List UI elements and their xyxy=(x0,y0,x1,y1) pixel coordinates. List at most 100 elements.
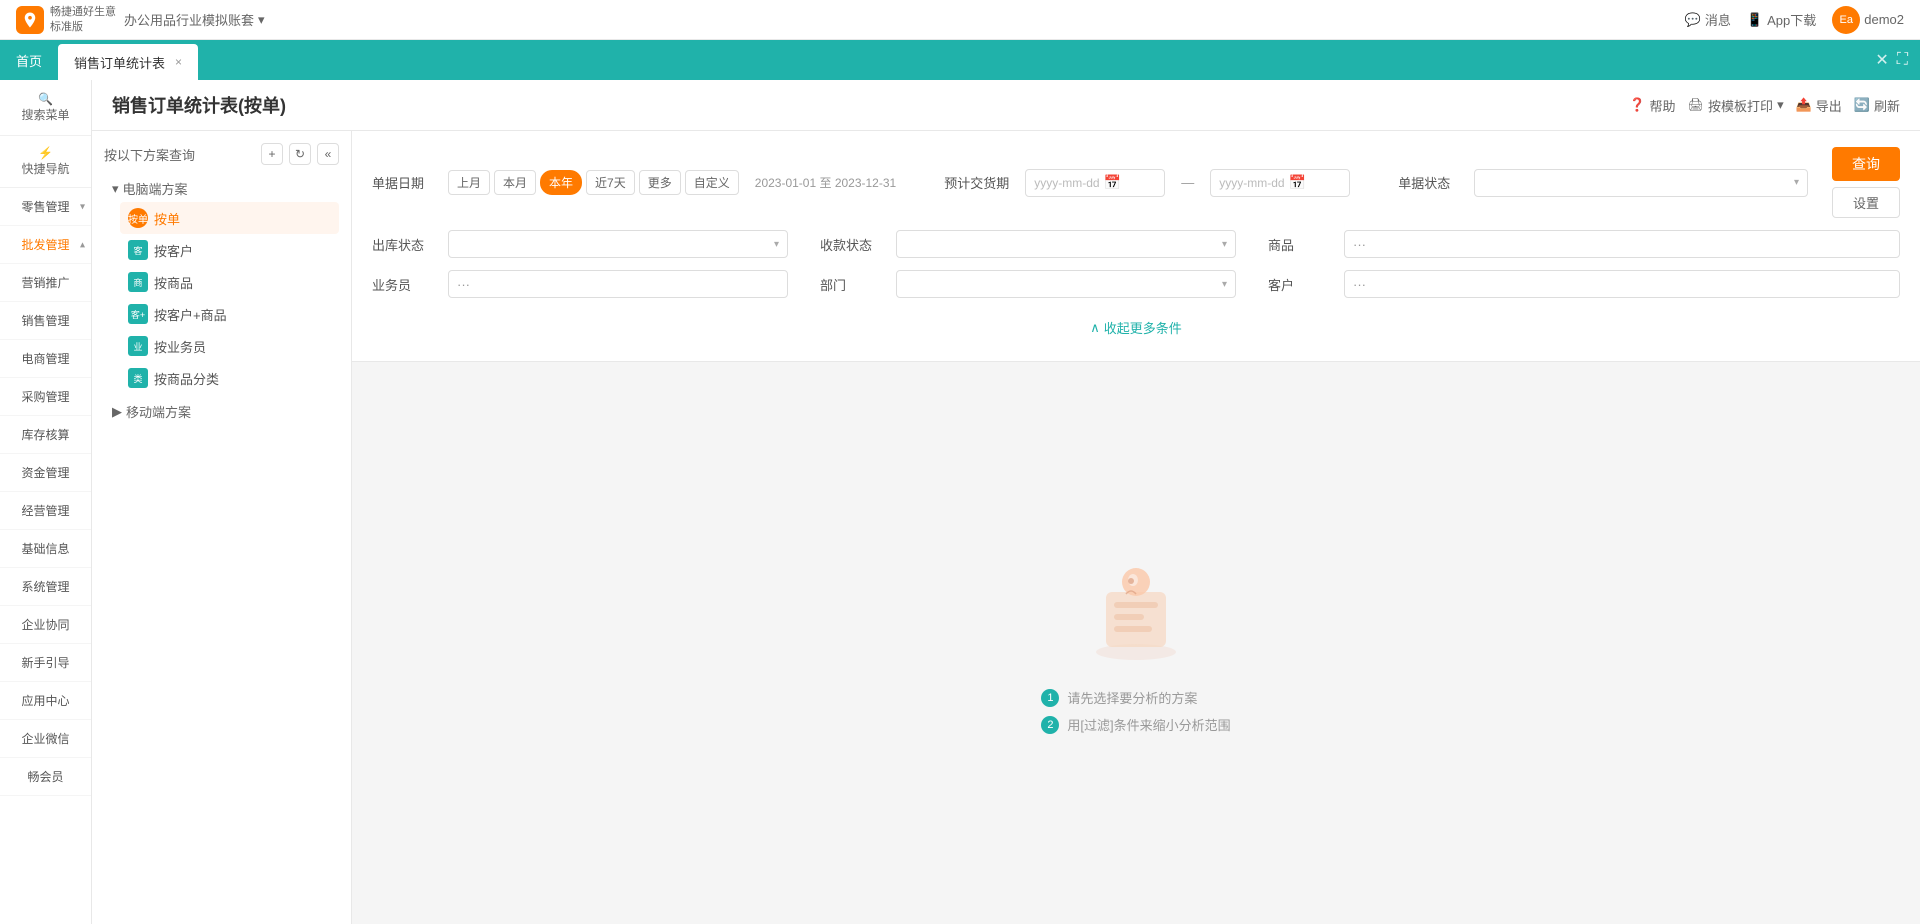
sidebar-item-inventory[interactable]: 库存核算 xyxy=(0,416,91,454)
filter-row-business: 业务员 ··· 部门 ▾ 客户 ··· xyxy=(372,270,1900,298)
custom-date-btn[interactable]: 自定义 xyxy=(685,170,739,195)
calendar-icon: 📅 xyxy=(1104,174,1121,191)
left-panel: 按以下方案查询 + ↻ « ▾ 电脑端方案 按单 xyxy=(92,131,352,924)
chevron-down-icon: ▾ xyxy=(1794,177,1799,188)
query-button[interactable]: 查询 xyxy=(1832,147,1900,181)
top-bar-title[interactable]: 办公用品行业模拟账套 ▾ xyxy=(124,10,265,29)
sidebar-item-enterprise[interactable]: 企业协同 xyxy=(0,606,91,644)
chevron-down-icon: ▾ xyxy=(1222,279,1227,290)
tab-close-icon[interactable]: × xyxy=(175,55,182,69)
scheme-by-cust-prod[interactable]: 客+ 按客户+商品 xyxy=(120,298,339,330)
logo-area: 畅捷通好生意 标准版 xyxy=(16,5,116,34)
avatar: Ea xyxy=(1832,6,1860,34)
collapse-icon: ∧ xyxy=(1090,320,1100,336)
this-year-btn[interactable]: 本年 xyxy=(540,170,582,195)
page-title: 销售订单统计表(按单) xyxy=(112,92,286,118)
content-area: 按以下方案查询 + ↻ « ▾ 电脑端方案 按单 xyxy=(92,131,1920,924)
delivery-status-label: 出库状态 xyxy=(372,235,432,254)
tree-children: 按单 按单 客 按客户 商 按商品 客+ 按客户 xyxy=(104,202,339,394)
scheme-by-customer[interactable]: 客 按客户 xyxy=(120,234,339,266)
desktop-section-label: 电脑端方案 xyxy=(123,179,188,198)
delivery-date-start[interactable]: yyyy-mm-dd 📅 xyxy=(1025,169,1165,197)
empty-tip-1: 1 请先选择要分析的方案 xyxy=(1041,688,1230,707)
search-menu-button[interactable]: 🔍 搜索菜单 xyxy=(8,88,83,127)
print-button[interactable]: 🖨 按模板打印 ▾ xyxy=(1688,96,1784,115)
delivery-status-select[interactable]: ▾ xyxy=(448,230,788,258)
print-chevron-icon: ▾ xyxy=(1777,97,1784,113)
by-order-icon: 按单 xyxy=(128,208,148,228)
logo-text: 畅捷通好生意 标准版 xyxy=(50,5,116,34)
collapse-bar[interactable]: ∧ 收起更多条件 xyxy=(372,310,1900,345)
maximize-icon[interactable]: ⛶ xyxy=(1897,51,1908,69)
scheme-by-category[interactable]: 类 按商品分类 xyxy=(120,362,339,394)
sidebar-search-section: 🔍 搜索菜单 xyxy=(0,80,91,136)
customer-filter[interactable]: ··· xyxy=(1344,270,1900,298)
help-icon: ❓ xyxy=(1629,97,1645,113)
user-menu[interactable]: Ea demo2 xyxy=(1832,6,1904,34)
sidebar-item-basic[interactable]: 基础信息 xyxy=(0,530,91,568)
filter-row-status: 出库状态 ▾ 收款状态 ▾ 商品 ··· xyxy=(372,230,1900,258)
top-bar-right: 💬 消息 📱 App下载 Ea demo2 xyxy=(1685,6,1904,34)
message-button[interactable]: 💬 消息 xyxy=(1685,10,1731,29)
expand-icon: ▶ xyxy=(112,404,122,420)
order-status-select[interactable]: ▾ xyxy=(1474,169,1808,197)
sidebar-item-ecommerce[interactable]: 电商管理 xyxy=(0,340,91,378)
help-button[interactable]: ❓ 帮助 xyxy=(1629,96,1675,115)
tab-home[interactable]: 首页 xyxy=(0,40,58,80)
tab-sales-order-stats[interactable]: 销售订单统计表 × xyxy=(58,44,198,80)
last-7-days-btn[interactable]: 近7天 xyxy=(586,170,635,195)
sidebar-item-purchase[interactable]: 采购管理 xyxy=(0,378,91,416)
mobile-section-header[interactable]: ▶ 移动端方案 xyxy=(104,398,339,425)
refresh-scheme-button[interactable]: ↻ xyxy=(289,143,311,165)
sidebar-item-wechat[interactable]: 企业微信 xyxy=(0,720,91,758)
sidebar-item-appstore[interactable]: 应用中心 xyxy=(0,682,91,720)
sidebar-item-operations[interactable]: 经营管理 xyxy=(0,492,91,530)
desktop-scheme-section: ▾ 电脑端方案 按单 按单 客 按客户 商 xyxy=(104,175,339,394)
scheme-by-order[interactable]: 按单 按单 xyxy=(120,202,339,234)
this-month-btn[interactable]: 本月 xyxy=(494,170,536,195)
quick-nav-button[interactable]: ⚡ 快捷导航 xyxy=(0,140,91,183)
date-filter-label: 单据日期 xyxy=(372,173,432,192)
chevron-down-icon: ▾ xyxy=(774,239,779,250)
last-month-btn[interactable]: 上月 xyxy=(448,170,490,195)
payment-status-select[interactable]: ▾ xyxy=(896,230,1236,258)
page-header: 销售订单统计表(按单) ❓ 帮助 🖨 按模板打印 ▾ 📤 导出 xyxy=(92,80,1920,131)
salesperson-label: 业务员 xyxy=(372,275,432,294)
add-scheme-button[interactable]: + xyxy=(261,143,283,165)
delivery-date-end[interactable]: yyyy-mm-dd 📅 xyxy=(1210,169,1350,197)
department-select[interactable]: ▾ xyxy=(896,270,1236,298)
salesperson-filter[interactable]: ··· xyxy=(448,270,788,298)
sidebar-item-marketing[interactable]: 营销推广 xyxy=(0,264,91,302)
close-window-icon[interactable]: ✕ xyxy=(1875,50,1888,70)
collapse-panel-button[interactable]: « xyxy=(317,143,339,165)
product-filter[interactable]: ··· xyxy=(1344,230,1900,258)
chevron-down-icon: ▾ xyxy=(258,12,265,28)
sidebar-item-member[interactable]: 畅会员 xyxy=(0,758,91,796)
sidebar-item-retail[interactable]: 零售管理 ▾ xyxy=(0,188,91,226)
more-date-btn[interactable]: 更多 xyxy=(639,170,681,195)
mobile-section-label: 移动端方案 xyxy=(126,402,191,421)
top-bar-left: 畅捷通好生意 标准版 办公用品行业模拟账套 ▾ xyxy=(16,5,265,34)
sidebar-item-sales[interactable]: 销售管理 xyxy=(0,302,91,340)
sidebar-item-wholesale[interactable]: 批发管理 ▴ xyxy=(0,226,91,264)
scheme-by-salesperson[interactable]: 业 按业务员 xyxy=(120,330,339,362)
desktop-section-header[interactable]: ▾ 电脑端方案 xyxy=(104,175,339,202)
app-download-button[interactable]: 📱 App下载 xyxy=(1747,10,1816,29)
scheme-by-product[interactable]: 商 按商品 xyxy=(120,266,339,298)
empty-illustration xyxy=(1076,552,1196,672)
export-button[interactable]: 📤 导出 xyxy=(1796,96,1842,115)
message-icon: 💬 xyxy=(1685,12,1701,28)
by-cat-icon: 类 xyxy=(128,368,148,388)
empty-tips: 1 请先选择要分析的方案 2 用[过滤]条件来缩小分析范围 xyxy=(1041,688,1230,734)
print-icon: 🖨 xyxy=(1688,97,1705,113)
refresh-button[interactable]: 🔄 刷新 xyxy=(1854,96,1900,115)
quick-nav-section: ⚡ 快捷导航 xyxy=(0,136,91,188)
export-icon: 📤 xyxy=(1796,97,1812,113)
sidebar-item-finance[interactable]: 资金管理 xyxy=(0,454,91,492)
sidebar-item-system[interactable]: 系统管理 xyxy=(0,568,91,606)
customer-label: 客户 xyxy=(1268,275,1328,294)
expand-arrow-icon: ▴ xyxy=(80,239,85,250)
calendar-icon: 📅 xyxy=(1289,174,1306,191)
sidebar-item-newuser[interactable]: 新手引导 xyxy=(0,644,91,682)
settings-button[interactable]: 设置 xyxy=(1832,187,1900,218)
